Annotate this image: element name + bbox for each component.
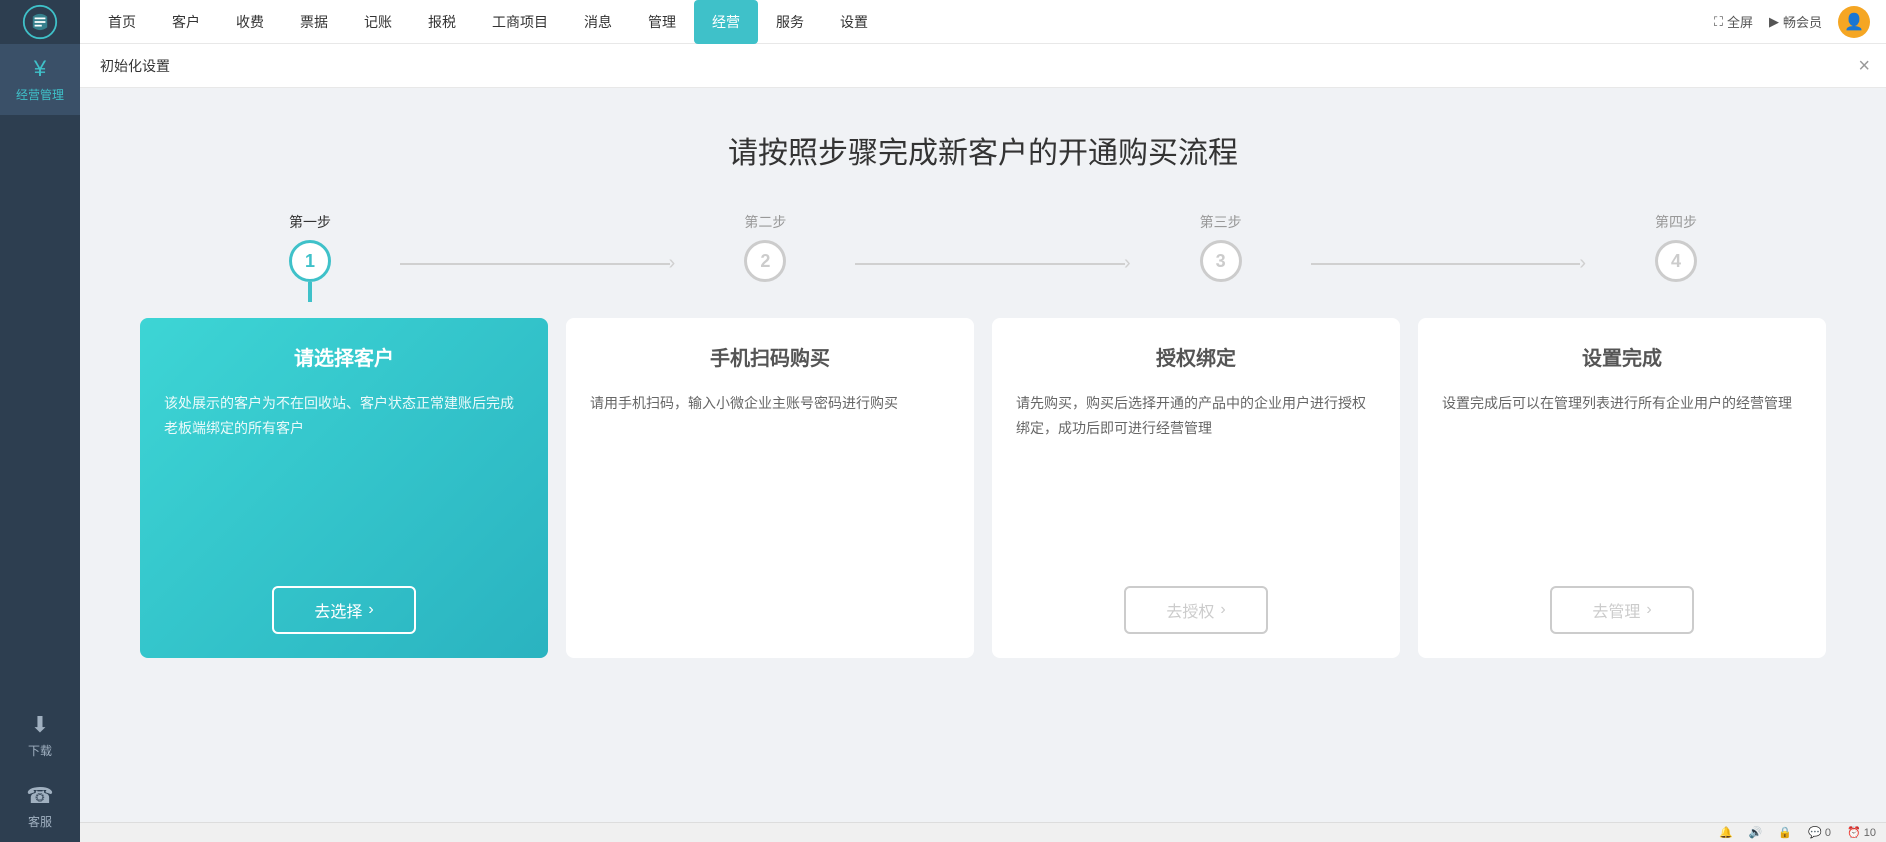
card4-footer: 去管理 › bbox=[1442, 586, 1802, 634]
nav-operation[interactable]: 经营 bbox=[694, 0, 758, 44]
sidebar-item-label-dl: 下载 bbox=[28, 742, 52, 759]
card3-btn-label: 去授权 bbox=[1166, 598, 1214, 622]
sidebar-item-jingying[interactable]: ¥ 经营管理 bbox=[0, 44, 80, 115]
support-icon: ☎ bbox=[26, 783, 53, 809]
top-nav-right: ⛶ 全屏 ▶ 畅会员 👤 bbox=[1714, 6, 1886, 38]
connector-1-2: › bbox=[400, 252, 675, 275]
card1-action-button[interactable]: 去选择 › bbox=[272, 586, 415, 634]
main-title: 请按照步骤完成新客户的开通购买流程 bbox=[140, 128, 1826, 172]
status-lock-icon: 🔒 bbox=[1778, 826, 1792, 839]
status-time: ⏰ 10 bbox=[1847, 826, 1876, 839]
step1-bubble: 1 bbox=[289, 240, 331, 282]
step3-bubble: 3 bbox=[1200, 240, 1242, 282]
step4-bubble: 4 bbox=[1655, 240, 1697, 282]
step1-tail bbox=[308, 282, 312, 302]
card-2: 手机扫码购买 请用手机扫码，输入小微企业主账号密码进行购买 bbox=[566, 318, 974, 658]
card3-body: 请先购买，购买后选择开通的产品中的企业用户进行授权绑定，成功后即可进行经营管理 bbox=[1016, 391, 1376, 562]
page-title: 初始化设置 bbox=[100, 56, 170, 76]
card1-title: 请选择客户 bbox=[164, 342, 524, 371]
card4-btn-label: 去管理 bbox=[1592, 598, 1640, 622]
connector-2-3: › bbox=[855, 252, 1130, 275]
card1-btn-label: 去选择 bbox=[314, 598, 362, 622]
status-volume-icon: 🔊 bbox=[1749, 826, 1763, 839]
vip-button[interactable]: ▶ 畅会员 bbox=[1769, 12, 1822, 31]
nav-settings[interactable]: 设置 bbox=[822, 0, 886, 44]
nav-service[interactable]: 服务 bbox=[758, 0, 822, 44]
card1-footer: 去选择 › bbox=[164, 586, 524, 634]
step-1: 第一步 1 bbox=[220, 212, 400, 302]
card3-footer: 去授权 › bbox=[1016, 586, 1376, 634]
vip-label: 畅会员 bbox=[1783, 12, 1822, 31]
card4-body: 设置完成后可以在管理列表进行所有企业用户的经营管理 bbox=[1442, 391, 1802, 562]
close-button[interactable]: × bbox=[1858, 56, 1870, 76]
vip-icon: ▶ bbox=[1769, 14, 1779, 30]
nav-account[interactable]: 记账 bbox=[346, 0, 410, 44]
card1-btn-arrow: › bbox=[368, 601, 373, 619]
cards-row: 请选择客户 该处展示的客户为不在回收站、客户状态正常建账后完成老板端绑定的所有客… bbox=[140, 318, 1826, 658]
step3-label: 第三步 bbox=[1200, 212, 1242, 232]
fullscreen-icon: ⛶ bbox=[1714, 14, 1723, 30]
connector-3-4: › bbox=[1311, 252, 1586, 275]
nav-home[interactable]: 首页 bbox=[90, 0, 154, 44]
card3-title: 授权绑定 bbox=[1016, 342, 1376, 371]
avatar-icon: 👤 bbox=[1844, 12, 1864, 32]
sidebar-item-support[interactable]: ☎ 客服 bbox=[0, 771, 80, 842]
card1-body: 该处展示的客户为不在回收站、客户状态正常建账后完成老板端绑定的所有客户 bbox=[164, 391, 524, 562]
status-bar: ▶ 完成 🔔 🔊 🔒 💬 0 ⏰ 10 bbox=[0, 822, 1886, 842]
main-area: 初始化设置 × 请按照步骤完成新客户的开通购买流程 第一步 1 › 第二步 bbox=[80, 44, 1886, 822]
fullscreen-button[interactable]: ⛶ 全屏 bbox=[1714, 12, 1753, 31]
sidebar-item-label: 经营管理 bbox=[16, 86, 64, 103]
sidebar-item-label-sp: 客服 bbox=[28, 813, 52, 830]
card4-action-button[interactable]: 去管理 › bbox=[1550, 586, 1693, 634]
nav-charge[interactable]: 收费 bbox=[218, 0, 282, 44]
content-area: 请按照步骤完成新客户的开通购买流程 第一步 1 › 第二步 2 bbox=[80, 88, 1886, 822]
fullscreen-label: 全屏 bbox=[1727, 12, 1753, 31]
download-icon: ⬇ bbox=[31, 712, 49, 738]
nav-customer[interactable]: 客户 bbox=[154, 0, 218, 44]
nav-manage[interactable]: 管理 bbox=[630, 0, 694, 44]
step-2: 第二步 2 bbox=[675, 212, 855, 282]
status-message-count: 💬 0 bbox=[1808, 826, 1831, 839]
card-4: 设置完成 设置完成后可以在管理列表进行所有企业用户的经营管理 去管理 › bbox=[1418, 318, 1826, 658]
nav-bill[interactable]: 票据 bbox=[282, 0, 346, 44]
nav-message[interactable]: 消息 bbox=[566, 0, 630, 44]
sidebar: ¥ 经营管理 ⬇ 下载 ☎ 客服 bbox=[0, 0, 80, 842]
card4-btn-arrow: › bbox=[1646, 601, 1651, 619]
page-header: 初始化设置 × bbox=[80, 44, 1886, 88]
card-3: 授权绑定 请先购买，购买后选择开通的产品中的企业用户进行授权绑定，成功后即可进行… bbox=[992, 318, 1400, 658]
steps-section: 第一步 1 › 第二步 2 › bbox=[140, 212, 1826, 302]
card2-title: 手机扫码购买 bbox=[590, 342, 950, 371]
nav-tax[interactable]: 报税 bbox=[410, 0, 474, 44]
step-4: 第四步 4 bbox=[1586, 212, 1766, 282]
sidebar-item-download[interactable]: ⬇ 下载 bbox=[0, 700, 80, 771]
nav-industry[interactable]: 工商项目 bbox=[474, 0, 566, 44]
card3-btn-arrow: › bbox=[1220, 601, 1225, 619]
card-1: 请选择客户 该处展示的客户为不在回收站、客户状态正常建账后完成老板端绑定的所有客… bbox=[140, 318, 548, 658]
sidebar-logo bbox=[0, 0, 80, 44]
jingying-icon: ¥ bbox=[34, 56, 46, 82]
top-nav: 首页 客户 收费 票据 记账 报税 工商项目 消息 管理 经营 服务 设置 ⛶ … bbox=[0, 0, 1886, 44]
step1-label: 第一步 bbox=[289, 212, 331, 232]
avatar[interactable]: 👤 bbox=[1838, 6, 1870, 38]
status-bar-right: 🔔 🔊 🔒 💬 0 ⏰ 10 bbox=[1719, 826, 1876, 839]
step-3: 第三步 3 bbox=[1131, 212, 1311, 282]
step4-label: 第四步 bbox=[1655, 212, 1697, 232]
step2-label: 第二步 bbox=[744, 212, 786, 232]
card3-action-button[interactable]: 去授权 › bbox=[1124, 586, 1267, 634]
status-bell-icon: 🔔 bbox=[1719, 826, 1733, 839]
card2-body: 请用手机扫码，输入小微企业主账号密码进行购买 bbox=[590, 391, 950, 610]
card4-title: 设置完成 bbox=[1442, 342, 1802, 371]
step2-bubble: 2 bbox=[744, 240, 786, 282]
